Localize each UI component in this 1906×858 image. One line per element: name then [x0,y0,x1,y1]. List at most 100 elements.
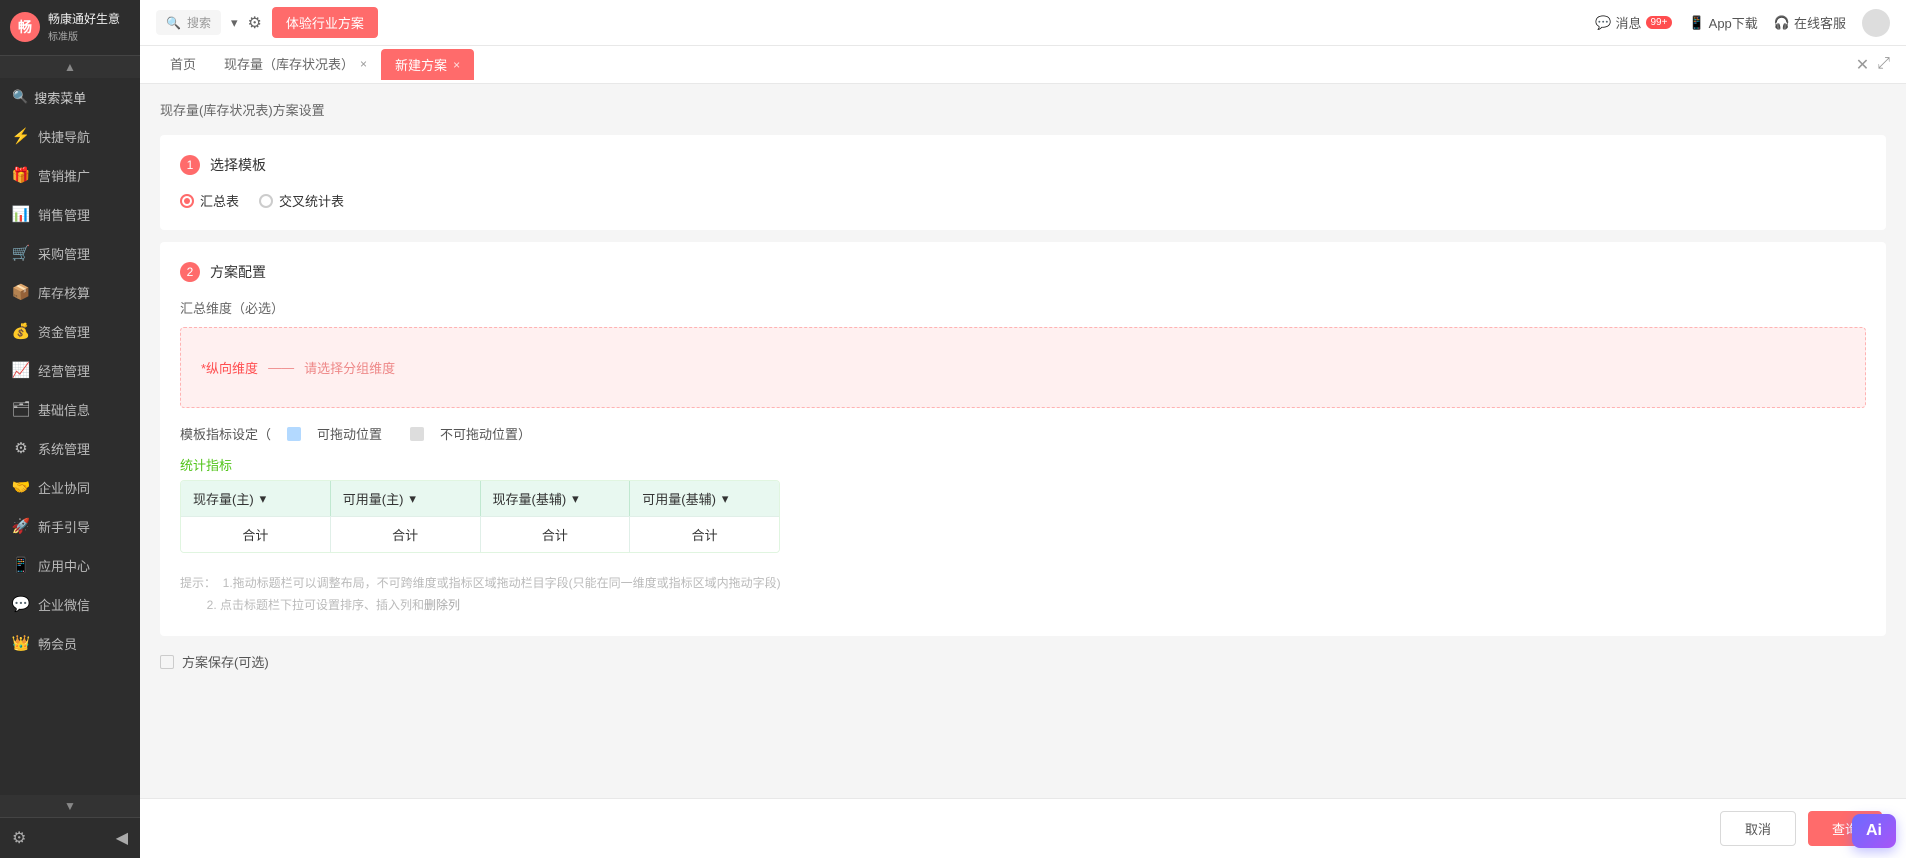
gear-icon[interactable]: ⚙ [248,13,262,33]
summary-dimension-label: 汇总维度（必选） [180,298,1866,317]
col-header-0[interactable]: 现存量(主) ▾ [181,481,331,516]
tab-inventory-close[interactable]: × [360,57,367,71]
sidebar-item-icon-11: 📱 [12,556,30,574]
topbar-search[interactable]: 🔍 搜索 [156,10,221,35]
main-area: 🔍 搜索 ▾ ⚙ 体验行业方案 💬 消息 99+ 📱 App下载 🎧 在线客服 [140,0,1906,858]
message-btn[interactable]: 💬 消息 99+ [1595,13,1672,32]
tab-new-scheme[interactable]: 新建方案 × [381,49,474,80]
sidebar-item-6[interactable]: 📈 经营管理 [0,351,140,390]
sidebar-item-icon-8: ⚙ [12,439,30,457]
sidebar-item-3[interactable]: 🛒 采购管理 [0,234,140,273]
industry-btn[interactable]: 体验行业方案 [272,7,378,38]
message-icon: 💬 [1595,15,1611,31]
sidebar-item-10[interactable]: 🚀 新手引导 [0,507,140,546]
sidebar-item-11[interactable]: 📱 应用中心 [0,546,140,585]
radio-cross-label: 交叉统计表 [279,191,344,210]
logo-icon: 畅 [10,12,40,42]
sidebar-item-label-8: 系统管理 [38,439,90,458]
customer-service-btn[interactable]: 🎧 在线客服 [1774,13,1846,32]
sidebar-item-icon-9: 🤝 [12,478,30,496]
app-download-btn[interactable]: 📱 App下载 [1688,13,1757,32]
radio-cross-dot [259,194,273,208]
tab-new-scheme-close[interactable]: × [453,58,460,72]
col-header-label-0: 现存量(主) [193,489,254,508]
topbar-dropdown[interactable]: ▾ [231,15,238,31]
sidebar-item-4[interactable]: 📦 库存核算 [0,273,140,312]
sidebar-item-8[interactable]: ⚙ 系统管理 [0,429,140,468]
step2-title: 方案配置 [210,262,266,282]
search-icon: 🔍 [166,16,181,30]
ai-fab-button[interactable]: Ai [1852,814,1896,848]
cancel-button[interactable]: 取消 [1720,811,1796,846]
sidebar-item-label-0: 快捷导航 [38,127,90,146]
tab-inventory[interactable]: 现存量（库存状况表） × [210,46,381,83]
sidebar-item-1[interactable]: 🎁 营销推广 [0,156,140,195]
sidebar-item-icon-10: 🚀 [12,517,30,535]
col-header-2[interactable]: 现存量(基辅) ▾ [481,481,631,516]
sidebar-item-label-10: 新手引导 [38,517,90,536]
radio-summary[interactable]: 汇总表 [180,191,239,210]
template-radio-group: 汇总表 交叉统计表 [180,191,1866,210]
tab-home[interactable]: 首页 [156,46,210,83]
sidebar-item-9[interactable]: 🤝 企业协同 [0,468,140,507]
sidebar-scroll-up[interactable]: ▲ [0,56,140,78]
radio-summary-dot [180,194,194,208]
app-logo: 畅 畅康通好生意 标准版 [0,0,140,56]
radio-summary-label: 汇总表 [200,191,239,210]
sidebar-item-icon-12: 💬 [12,595,30,613]
sidebar-item-2[interactable]: 📊 销售管理 [0,195,140,234]
sidebar-item-13[interactable]: 👑 畅会员 [0,624,140,663]
sidebar-scroll-down[interactable]: ▼ [0,795,140,817]
col-header-3[interactable]: 可用量(基辅) ▾ [630,481,779,516]
sidebar-item-icon-4: 📦 [12,283,30,301]
sidebar-item-12[interactable]: 💬 企业微信 [0,585,140,624]
download-icon: 📱 [1688,15,1704,31]
sidebar-item-icon-2: 📊 [12,205,30,223]
sidebar-search[interactable]: 🔍 搜索菜单 [0,78,140,117]
col-header-label-2: 现存量(基辅) [493,489,567,508]
footer-spacer [160,671,1886,731]
topbar: 🔍 搜索 ▾ ⚙ 体验行业方案 💬 消息 99+ 📱 App下载 🎧 在线客服 [140,0,1906,46]
col-cell-3-0: 合计 [630,517,779,552]
sidebar-item-label-6: 经营管理 [38,361,90,380]
user-avatar[interactable] [1862,9,1890,37]
page-content: 现存量(库存状况表)方案设置 1 选择模板 汇总表 交叉统计表 2 [140,84,1906,858]
settings-icon[interactable]: ⚙ [12,828,26,848]
col-header-label-3: 可用量(基辅) [642,489,716,508]
sidebar-item-0[interactable]: ⚡ 快捷导航 [0,117,140,156]
sidebar-item-icon-0: ⚡ [12,127,30,145]
app-name: 畅康通好生意 [48,12,120,28]
sidebar-item-5[interactable]: 💰 资金管理 [0,312,140,351]
collapse-icon[interactable]: ◀ [116,828,128,848]
col-header-chevron-2: ▾ [572,491,579,507]
topbar-right: 💬 消息 99+ 📱 App下载 🎧 在线客服 [1595,9,1890,37]
save-option-row: 方案保存(可选) [160,652,1886,671]
col-header-1[interactable]: 可用量(主) ▾ [331,481,481,516]
sidebar-item-label-5: 资金管理 [38,322,90,341]
save-checkbox[interactable] [160,655,174,669]
dimension-selector[interactable]: *纵向维度 —— 请选择分组维度 [180,327,1866,408]
non-draggable-badge [410,427,424,441]
col-header-chevron-1: ▾ [409,491,416,507]
step1-header: 1 选择模板 [180,155,1866,175]
close-panel-icon[interactable]: ✕ [1856,55,1869,75]
sidebar-item-7[interactable]: 🗂 基础信息 [0,390,140,429]
tabs-controls: ✕ ⤢ [1856,55,1890,75]
tab-new-scheme-label: 新建方案 [395,55,447,74]
indicator-setting-label: 模板指标设定（ [180,424,271,443]
col-header-label-1: 可用量(主) [343,489,404,508]
sidebar-item-icon-5: 💰 [12,322,30,340]
stats-table: 现存量(主) ▾ 可用量(主) ▾ 现存量(基辅) ▾ 可用量(基辅) ▾ [180,480,780,553]
tab-home-label: 首页 [170,54,196,73]
sidebar-item-label-4: 库存核算 [38,283,90,302]
indicator-setting-row: 模板指标设定（ 可拖动位置 不可拖动位置） [180,424,1866,443]
sidebar-item-label-7: 基础信息 [38,400,90,419]
col-header-chevron-0: ▾ [260,491,267,507]
sidebar-item-icon-1: 🎁 [12,166,30,184]
fullscreen-icon[interactable]: ⤢ [1877,55,1890,75]
step1-number: 1 [180,155,200,175]
col-cell-0-0: 合计 [181,517,331,552]
sidebar-item-label-1: 营销推广 [38,166,90,185]
stats-table-row-0: 合计 合计 合计 合计 [181,516,779,552]
radio-cross[interactable]: 交叉统计表 [259,191,344,210]
